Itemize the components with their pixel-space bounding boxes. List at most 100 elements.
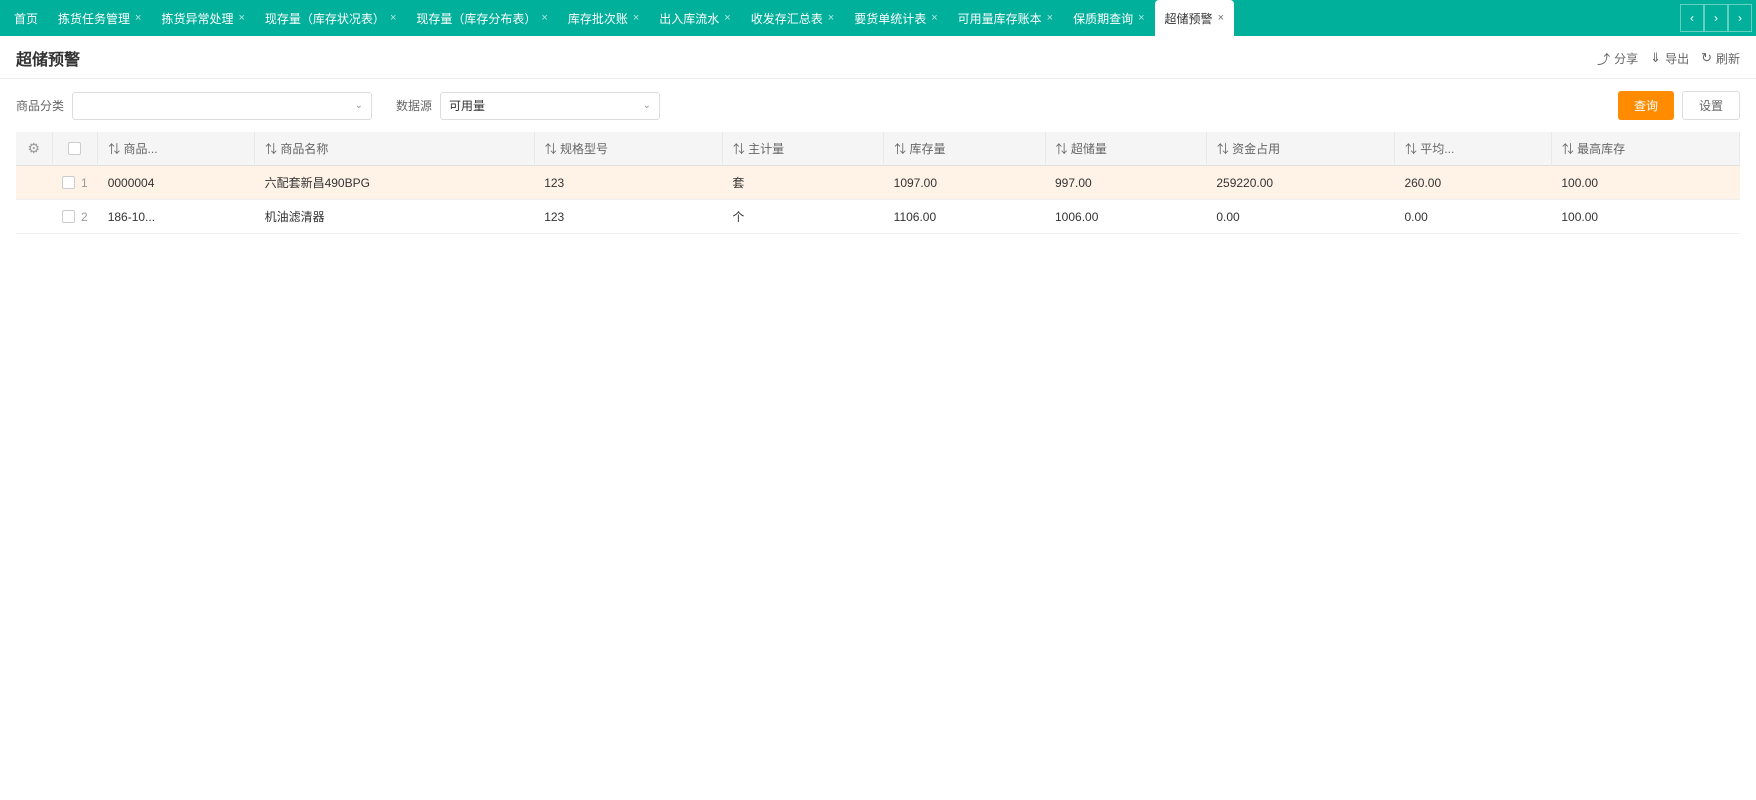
cell-overstock: 997.00 [1045,166,1206,200]
cell-unit: 个 [722,200,883,234]
cell-product_code: 0000004 [98,166,255,200]
header-actions: ⤴ 分享 ⇓ 导出 ↻ 刷新 [1597,49,1740,68]
table-container: ⚙ ⇅ 商品... ⇅ 商品名称 ⇅ 规格型号 ⇅ 主计量 [0,132,1756,234]
nav-arrow-right[interactable]: › [1704,4,1728,32]
category-filter-group: 商品分类 ⌄ [16,92,372,120]
settings-button[interactable]: 设置 [1682,91,1740,120]
th-unit-label: ⇅ 主计量 [733,142,784,156]
cell-spec: 123 [534,166,722,200]
th-max-stock-label: ⇅ 最高库存 [1562,142,1625,156]
nav-item-close-icon[interactable]: × [238,12,244,24]
row-index: 2 [52,200,98,234]
th-avg-label: ⇅ 平均... [1405,142,1454,156]
share-icon: ⤴ [1597,49,1610,68]
nav-item-label: 要货单统计表 [854,10,926,27]
category-chevron-icon: ⌄ [355,100,363,111]
nav-arrow-left[interactable]: ‹ [1680,4,1704,32]
nav-arrows: ‹ › › [1680,4,1752,32]
category-label: 商品分类 [16,97,64,114]
filter-actions: 查询 设置 [1618,91,1740,120]
nav-item-close-icon[interactable]: × [1138,12,1144,24]
nav-item-available[interactable]: 可用量库存账本 × [948,0,1063,36]
table-row: 10000004六配套新昌490BPG123套1097.00997.002592… [16,166,1740,200]
top-nav: 首页拣货任务管理×拣货异常处理×现存量（库存状况表）×现存量（库存分布表）×库存… [0,0,1756,36]
row-checkbox[interactable] [62,176,75,189]
nav-item-close-icon[interactable]: × [1218,12,1224,24]
th-product-name-label: ⇅ 商品名称 [265,142,328,156]
nav-item-batch[interactable]: 库存批次账 × [558,0,649,36]
nav-item-collect[interactable]: 收发存汇总表 × [741,0,844,36]
cell-stock: 1106.00 [884,200,1045,234]
share-button[interactable]: ⤴ 分享 [1597,49,1638,68]
cell-max_stock: 100.00 [1551,166,1739,200]
th-spec-label: ⇅ 规格型号 [545,142,608,156]
row-settings-cell [16,200,52,234]
overstock-table: ⚙ ⇅ 商品... ⇅ 商品名称 ⇅ 规格型号 ⇅ 主计量 [16,132,1740,234]
nav-item-label: 拣货异常处理 [161,10,233,27]
th-checkbox [52,132,98,166]
table-row: 2186-10...机油滤清器123个1106.001006.000.000.0… [16,200,1740,234]
cell-product_code: 186-10... [98,200,255,234]
nav-item-label: 收发存汇总表 [751,10,823,27]
th-stock-label: ⇅ 库存量 [894,142,945,156]
nav-item-abnormal[interactable]: 拣货异常处理 × [151,0,254,36]
nav-arrow-more[interactable]: › [1728,4,1752,32]
cell-unit: 套 [722,166,883,200]
nav-item-home[interactable]: 首页 [4,0,48,36]
nav-item-label: 现存量（库存状况表） [265,10,385,27]
page-header: 超储预警 ⤴ 分享 ⇓ 导出 ↻ 刷新 [0,36,1756,79]
query-button[interactable]: 查询 [1618,91,1674,120]
row-settings-cell [16,166,52,200]
nav-item-close-icon[interactable]: × [633,12,639,24]
th-stock: ⇅ 库存量 [884,132,1045,166]
nav-item-quality[interactable]: 保质期查询× [1063,0,1154,36]
row-index: 1 [52,166,98,200]
refresh-button[interactable]: ↻ 刷新 [1701,50,1740,67]
nav-item-label: 超储预警 [1165,10,1213,27]
nav-item-close-icon[interactable]: × [724,12,730,24]
th-product-code-label: ⇅ 商品... [108,142,157,156]
page-title: 超储预警 [16,46,80,70]
settings-gear-icon[interactable]: ⚙ [27,140,40,156]
nav-item-inout[interactable]: 出入库流水 × [649,0,740,36]
nav-item-close-icon[interactable]: × [390,12,396,24]
row-checkbox[interactable] [62,210,75,223]
nav-item-close-icon[interactable]: × [931,12,937,24]
cell-product_name: 机油滤清器 [255,200,535,234]
nav-item-label: 可用量库存账本 [958,10,1042,27]
th-overstock: ⇅ 超储量 [1045,132,1206,166]
nav-item-task[interactable]: 拣货任务管理 × [48,0,151,36]
nav-item-overstock[interactable]: 超储预警 × [1155,0,1234,36]
th-product-code: ⇅ 商品... [98,132,255,166]
export-button[interactable]: ⇓ 导出 [1650,50,1689,67]
nav-item-close-icon[interactable]: × [828,12,834,24]
cell-avg: 0.00 [1394,200,1551,234]
th-spec: ⇅ 规格型号 [534,132,722,166]
th-capital: ⇅ 资金占用 [1206,132,1394,166]
nav-item-inventory-dist[interactable]: 现存量（库存分布表） × [406,0,557,36]
nav-item-label: 库存批次账 [568,10,628,27]
nav-item-close-icon[interactable]: × [1047,12,1053,24]
datasource-label: 数据源 [396,97,432,114]
th-unit: ⇅ 主计量 [722,132,883,166]
datasource-select[interactable]: 可用量 ⌄ [440,92,660,120]
cell-capital: 0.00 [1206,200,1394,234]
nav-item-label: 出入库流水 [659,10,719,27]
datasource-filter-group: 数据源 可用量 ⌄ [396,92,660,120]
header-checkbox[interactable] [68,142,81,155]
export-icon: ⇓ [1650,50,1661,66]
nav-item-inventory-status[interactable]: 现存量（库存状况表） × [255,0,406,36]
nav-item-label: 现存量（库存分布表） [416,10,536,27]
cell-spec: 123 [534,200,722,234]
nav-item-close-icon[interactable]: × [135,12,141,24]
th-capital-label: ⇅ 资金占用 [1217,142,1280,156]
table-body: 10000004六配套新昌490BPG123套1097.00997.002592… [16,166,1740,234]
cell-avg: 260.00 [1394,166,1551,200]
th-overstock-label: ⇅ 超储量 [1056,142,1107,156]
row-index-number: 1 [81,176,88,190]
nav-item-close-icon[interactable]: × [541,12,547,24]
nav-item-order-stat[interactable]: 要货单统计表 × [844,0,947,36]
category-select[interactable]: ⌄ [72,92,372,120]
cell-product_name: 六配套新昌490BPG [255,166,535,200]
nav-item-label: 拣货任务管理 [58,10,130,27]
